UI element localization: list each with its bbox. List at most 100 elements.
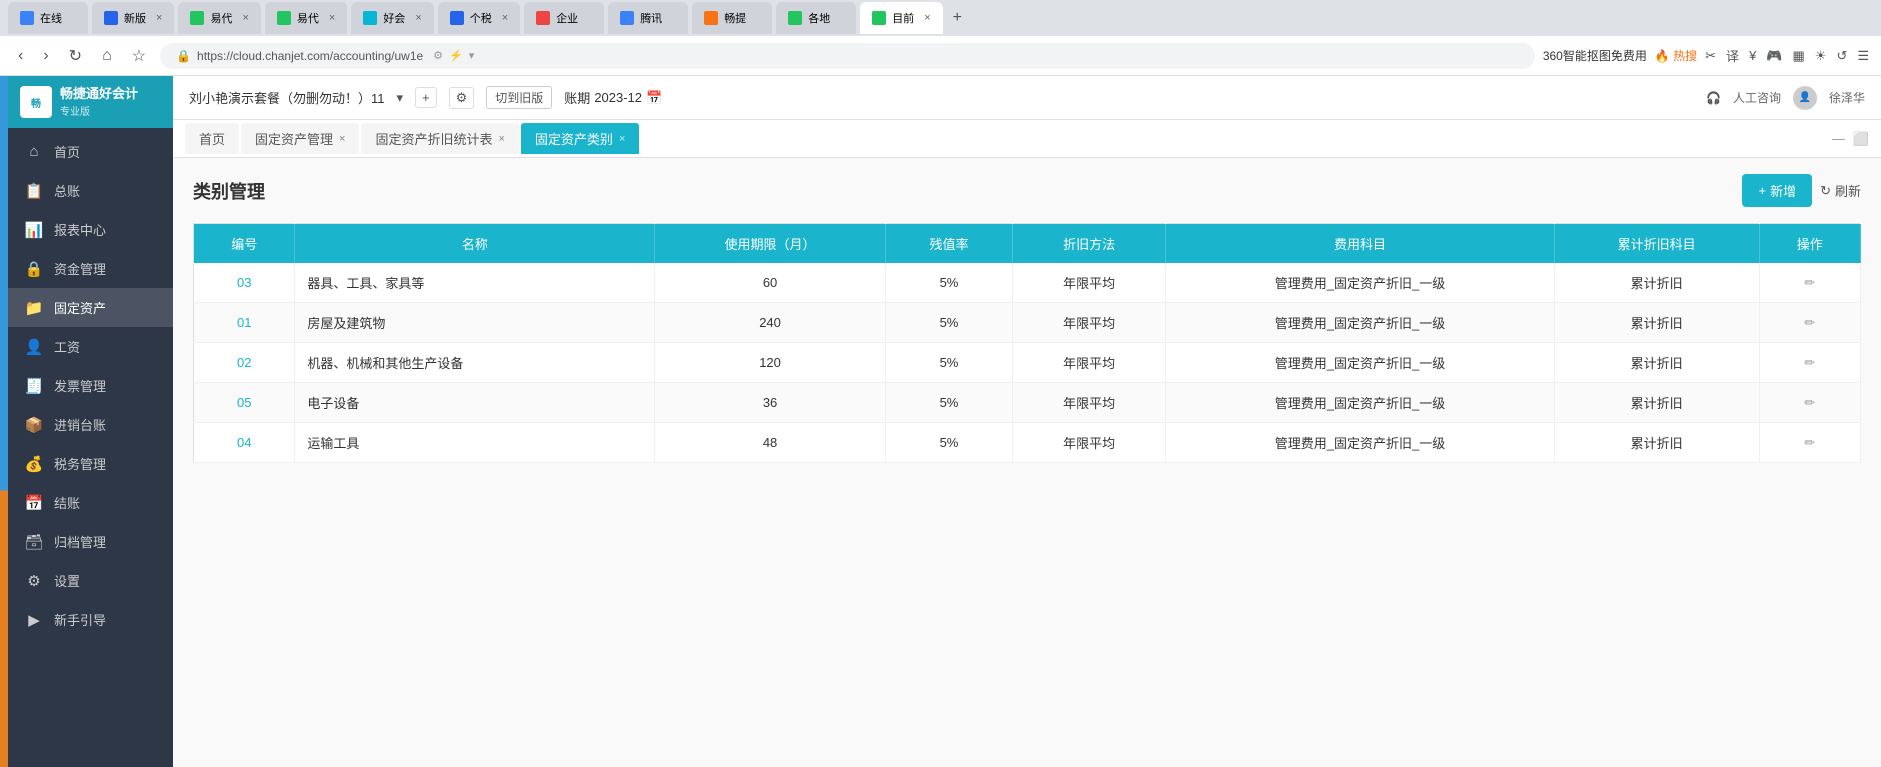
- sidebar: 畅 畅捷通好会计 专业版 ⌂ 首页 📋 总账 📊 报表中心 🔒 资金管理: [8, 76, 173, 767]
- tab-close-2[interactable]: ×: [242, 12, 248, 24]
- sidebar-label-home: 首页: [54, 142, 80, 161]
- sidebar-item-archive[interactable]: 🗃 归档管理: [8, 522, 173, 561]
- sidebar-item-close[interactable]: 📅 结账: [8, 483, 173, 522]
- home-button[interactable]: ⌂: [96, 45, 118, 67]
- sidebar-header: 畅 畅捷通好会计 专业版: [8, 76, 173, 128]
- page-tab-depreciation-close[interactable]: ×: [498, 133, 504, 145]
- cell-action-4: ✏: [1759, 423, 1860, 463]
- edit-button-4[interactable]: ✏: [1804, 435, 1815, 450]
- table-body: 03 器具、工具、家具等 60 5% 年限平均 管理费用_固定资产折旧_一级 累…: [194, 263, 1861, 463]
- browser-tab-6[interactable]: 企业: [524, 2, 604, 34]
- sidebar-item-fixed-assets[interactable]: 📁 固定资产: [8, 288, 173, 327]
- sidebar-label-ledger: 总账: [54, 181, 80, 200]
- reload-button[interactable]: ↻: [63, 44, 88, 68]
- tab-label-0: 在线: [40, 10, 62, 26]
- switch-version-button[interactable]: 切到旧版: [486, 86, 552, 109]
- brightness-icon[interactable]: ☀: [1815, 48, 1827, 64]
- col-header-action: 操作: [1759, 224, 1860, 264]
- support-label[interactable]: 人工咨询: [1733, 89, 1781, 106]
- browser-tab-9[interactable]: 各地: [776, 2, 856, 34]
- currency-icon[interactable]: ¥: [1749, 48, 1756, 63]
- tab-label-10: 目前: [892, 10, 914, 26]
- tab-close-1[interactable]: ×: [156, 12, 162, 24]
- forward-button[interactable]: ›: [37, 45, 54, 67]
- payroll-icon: 👤: [24, 338, 44, 356]
- calendar-icon[interactable]: 📅: [646, 90, 662, 106]
- cell-accumulated-4: 累计折旧: [1554, 423, 1759, 463]
- inventory-icon: 📦: [24, 416, 44, 434]
- tab-close-5[interactable]: ×: [502, 12, 508, 24]
- tab-close-3[interactable]: ×: [329, 12, 335, 24]
- browser-tab-8[interactable]: 畅提: [692, 2, 772, 34]
- tab-label-9: 各地: [808, 10, 830, 26]
- sidebar-item-guide[interactable]: ▶ 新手引导: [8, 600, 173, 639]
- browser-tab-5[interactable]: 个税 ×: [438, 2, 520, 34]
- cell-expense-3: 管理费用_固定资产折旧_一级: [1166, 383, 1555, 423]
- sidebar-item-settings[interactable]: ⚙ 设置: [8, 561, 173, 600]
- sidebar-item-funds[interactable]: 🔒 资金管理: [8, 249, 173, 288]
- reports-icon: 📊: [24, 221, 44, 239]
- table-row: 05 电子设备 36 5% 年限平均 管理费用_固定资产折旧_一级 累计折旧 ✏: [194, 383, 1861, 423]
- cell-expense-2: 管理费用_固定资产折旧_一级: [1166, 343, 1555, 383]
- refresh-button[interactable]: ↻ 刷新: [1820, 181, 1861, 200]
- sidebar-item-reports[interactable]: 📊 报表中心: [8, 210, 173, 249]
- user-name[interactable]: 徐泽华: [1829, 89, 1865, 106]
- edit-button-3[interactable]: ✏: [1804, 395, 1815, 410]
- cell-method-1: 年限平均: [1013, 303, 1166, 343]
- edit-button-0[interactable]: ✏: [1804, 275, 1815, 290]
- tab-close-10[interactable]: ×: [924, 12, 930, 24]
- edit-button-1[interactable]: ✏: [1804, 315, 1815, 330]
- cell-method-3: 年限平均: [1013, 383, 1166, 423]
- page-tab-home[interactable]: 首页: [185, 123, 239, 154]
- cell-residual-2: 5%: [885, 343, 1012, 383]
- browser-tab-7[interactable]: 腾讯: [608, 2, 688, 34]
- browser-tab-10[interactable]: 目前 ×: [860, 2, 942, 34]
- cell-residual-1: 5%: [885, 303, 1012, 343]
- game-icon[interactable]: 🎮: [1766, 48, 1782, 64]
- avatar: 👤: [1793, 86, 1817, 110]
- translate-icon[interactable]: 译: [1726, 46, 1739, 65]
- add-button[interactable]: + 新增: [1742, 174, 1812, 207]
- scissors-icon[interactable]: ✂: [1705, 48, 1716, 64]
- page-tab-category-close[interactable]: ×: [619, 133, 625, 145]
- undo-icon[interactable]: ↺: [1836, 48, 1847, 64]
- browser-tab-4[interactable]: 好会 ×: [351, 2, 433, 34]
- url-input[interactable]: 🔒 https://cloud.chanjet.com/accounting/u…: [160, 43, 1535, 69]
- sidebar-item-home[interactable]: ⌂ 首页: [8, 132, 173, 171]
- new-tab-button[interactable]: +: [947, 9, 968, 27]
- tab-close-4[interactable]: ×: [415, 12, 421, 24]
- period-info: 账期 2023-12 📅: [564, 88, 662, 107]
- url-text: https://cloud.chanjet.com/accounting/uw1…: [197, 49, 423, 63]
- browser-tab-3[interactable]: 易代 ×: [265, 2, 347, 34]
- sidebar-item-ledger[interactable]: 📋 总账: [8, 171, 173, 210]
- sidebar-item-inventory[interactable]: 📦 进销台账: [8, 405, 173, 444]
- guide-icon: ▶: [24, 611, 44, 629]
- menu-icon[interactable]: ☰: [1857, 48, 1869, 64]
- expand-accounts-button[interactable]: ▾: [397, 90, 404, 106]
- page-tab-management[interactable]: 固定资产管理 ×: [241, 123, 359, 154]
- bookmark-button[interactable]: ☆: [126, 44, 152, 68]
- browser-tab-1[interactable]: 新版 ×: [92, 2, 174, 34]
- col-header-period: 使用期限（月）: [655, 224, 886, 264]
- hot-label[interactable]: 🔥 热搜: [1655, 47, 1697, 64]
- sidebar-item-payroll[interactable]: 👤 工资: [8, 327, 173, 366]
- cell-name-3: 电子设备: [295, 383, 655, 423]
- sidebar-item-tax[interactable]: 💰 税务管理: [8, 444, 173, 483]
- edit-button-2[interactable]: ✏: [1804, 355, 1815, 370]
- tab-label-5: 个税: [470, 10, 492, 26]
- sidebar-item-invoice[interactable]: 🧾 发票管理: [8, 366, 173, 405]
- page-tab-category[interactable]: 固定资产类别 ×: [521, 123, 639, 154]
- add-account-button[interactable]: +: [415, 87, 437, 108]
- content-area: 类别管理 + 新增 ↻ 刷新 编号 名称: [173, 158, 1881, 767]
- maximize-icon[interactable]: ⬜: [1853, 131, 1869, 147]
- page-tab-depreciation[interactable]: 固定资产折旧统计表 ×: [361, 123, 518, 154]
- grid-icon[interactable]: ▦: [1792, 48, 1804, 64]
- settings-top-button[interactable]: ⚙: [449, 87, 475, 109]
- back-button[interactable]: ‹: [12, 45, 29, 67]
- page-tab-management-close[interactable]: ×: [339, 133, 345, 145]
- browser-tab-0[interactable]: 在线: [8, 2, 88, 34]
- page-tab-home-label: 首页: [199, 129, 225, 148]
- minimize-icon[interactable]: —: [1832, 131, 1845, 147]
- browser-tab-2[interactable]: 易代 ×: [178, 2, 260, 34]
- cell-method-4: 年限平均: [1013, 423, 1166, 463]
